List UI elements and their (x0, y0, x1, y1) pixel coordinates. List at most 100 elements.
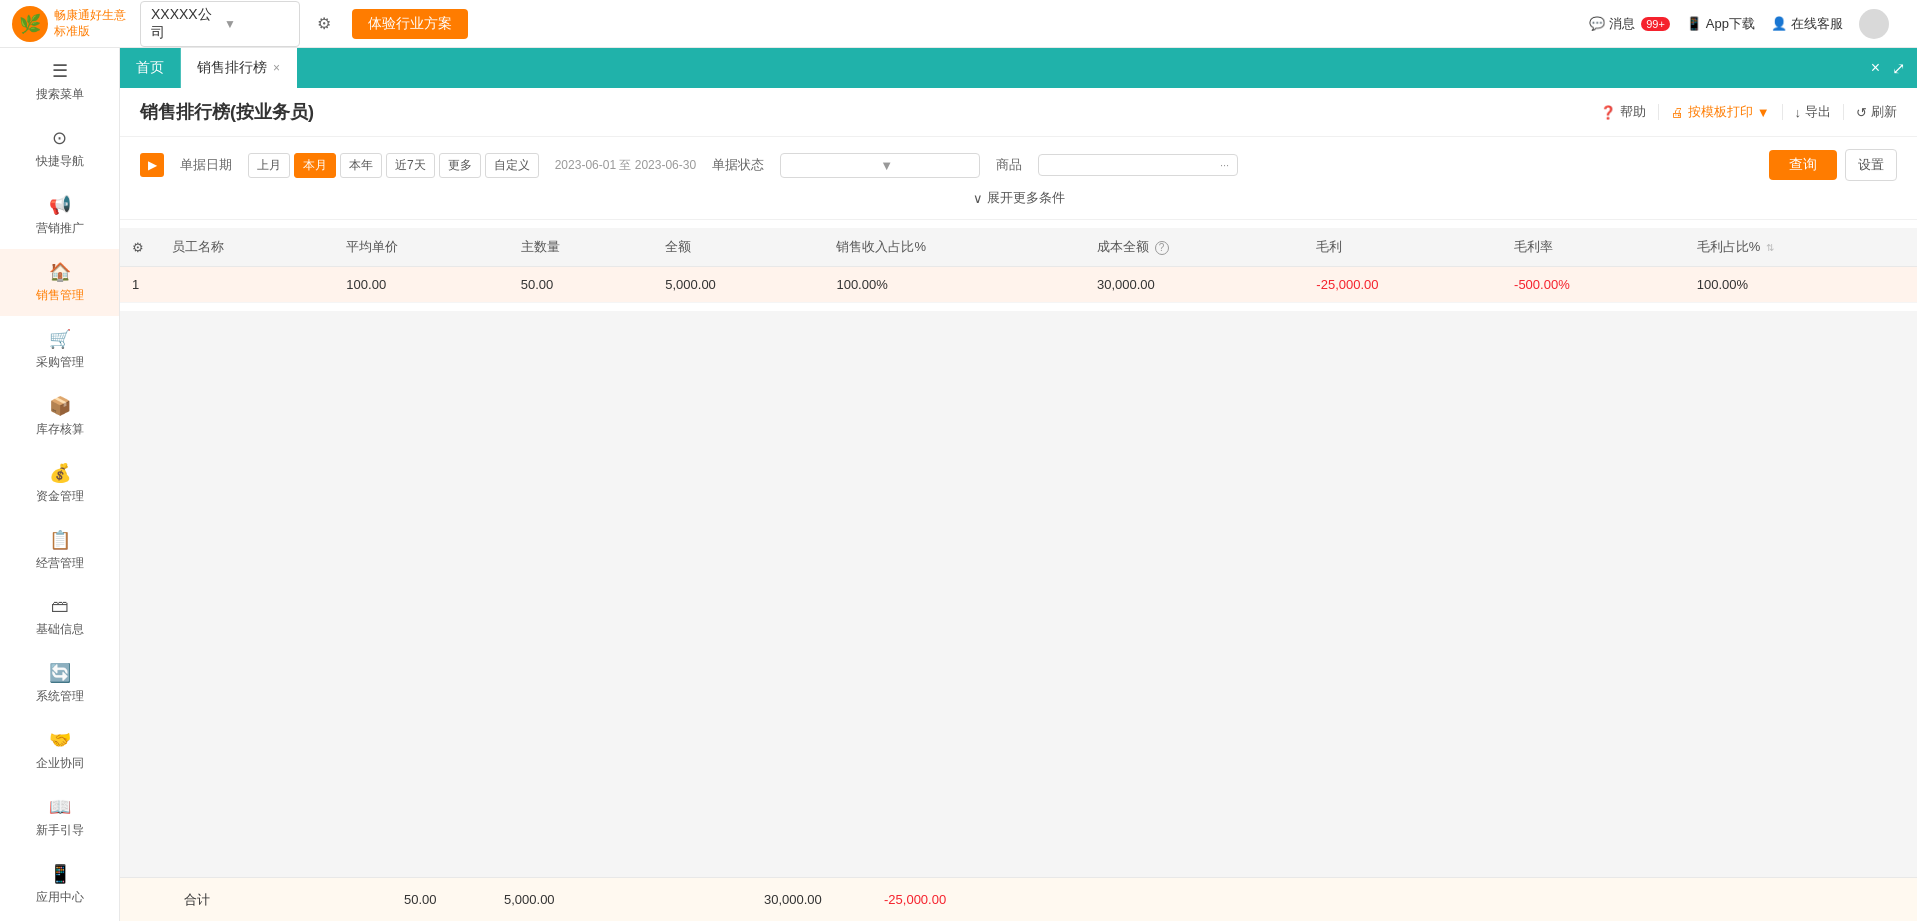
message-icon: 💬 (1589, 16, 1605, 31)
sidebar-item-inventory[interactable]: 📦 库存核算 (0, 383, 119, 450)
sidebar-item-sales[interactable]: 🏠 销售管理 (0, 249, 119, 316)
tab-close-icon[interactable]: × (273, 61, 280, 75)
operations-icon: 📋 (49, 529, 71, 551)
custom-btn[interactable]: 自定义 (485, 153, 539, 178)
sidebar-label-guide: 新手引导 (36, 822, 84, 839)
sidebar-label-finance: 资金管理 (36, 488, 84, 505)
footer-amount-cell: 5,000.00 (492, 892, 612, 907)
help-button[interactable]: ❓ 帮助 (1600, 103, 1646, 121)
online-service-button[interactable]: 👤 在线客服 (1771, 15, 1843, 33)
query-button[interactable]: 查询 (1769, 150, 1837, 180)
tab-sales-rank[interactable]: 销售排行榜 × (181, 48, 297, 88)
divider3 (1843, 104, 1844, 120)
print-button[interactable]: 🖨 按模板打印 ▼ (1671, 103, 1770, 121)
app-center-icon: 📱 (49, 863, 71, 885)
expand-more-btn[interactable]: ∨ 展开更多条件 (973, 189, 1065, 207)
service-label: 在线客服 (1791, 15, 1843, 33)
window-close-icon[interactable]: × (1871, 59, 1880, 77)
more-btn[interactable]: 更多 (439, 153, 481, 178)
base-info-icon: 🗃 (51, 596, 69, 617)
col-qty: 主数量 (509, 228, 654, 267)
sidebar-item-app-center[interactable]: 📱 应用中心 (0, 851, 119, 918)
sidebar-label-operations: 经营管理 (36, 555, 84, 572)
table-row: 1 100.00 50.00 5,000.00 100.00% 30,000.0… (120, 267, 1917, 303)
trial-button[interactable]: 体验行业方案 (352, 9, 468, 39)
sidebar-label-enterprise: 企业协同 (36, 755, 84, 772)
cell-name (160, 267, 334, 303)
table-footer: 合计 50.00 5,000.00 30,000.00 -25,000.00 (120, 877, 1917, 921)
filter-actions: 查询 设置 (1769, 149, 1897, 181)
sidebar-item-search-order[interactable]: ☰ 搜索菜单 (0, 48, 119, 115)
export-button[interactable]: ↓ 导出 (1795, 103, 1832, 121)
sidebar-item-marketing[interactable]: 📢 营销推广 (0, 182, 119, 249)
home-tab-label: 首页 (136, 59, 164, 77)
cell-gross-rate: -500.00% (1502, 267, 1685, 303)
status-arrow: ▼ (880, 158, 971, 173)
guide-icon: 📖 (49, 796, 71, 818)
tab-home[interactable]: 首页 (120, 48, 181, 88)
sidebar-label-inventory: 库存核算 (36, 421, 84, 438)
main-layout: ☰ 搜索菜单 ⊙ 快捷导航 📢 营销推广 🏠 销售管理 🛒 采购管理 📦 库存核… (0, 48, 1917, 921)
table-settings-button[interactable]: 设置 (1845, 149, 1897, 181)
footer-cost-cell: 30,000.00 (752, 892, 872, 907)
sidebar-item-base-info[interactable]: 🗃 基础信息 (0, 584, 119, 650)
logo-icon: 🌿 (12, 6, 48, 42)
inventory-icon: 📦 (49, 395, 71, 417)
this-year-btn[interactable]: 本年 (340, 153, 382, 178)
sidebar-item-finance[interactable]: 💰 资金管理 (0, 450, 119, 517)
cell-gross: -25,000.00 (1304, 267, 1502, 303)
this-month-btn[interactable]: 本月 (294, 153, 336, 178)
print-icon: 🖨 (1671, 105, 1684, 120)
purchase-icon: 🛒 (49, 328, 71, 350)
app-icon: 📱 (1686, 16, 1702, 31)
cell-qty: 50.00 (509, 267, 654, 303)
help-icon: ❓ (1600, 105, 1616, 120)
divider (1658, 104, 1659, 120)
sidebar-item-system[interactable]: 🔄 系统管理 (0, 650, 119, 717)
date-buttons: 上月 本月 本年 近7天 更多 自定义 (248, 153, 539, 178)
col-amount: 全额 (653, 228, 824, 267)
table-header-row: ⚙ 员工名称 平均单价 主数量 全额 销售收入占比% (120, 228, 1917, 267)
settings-icon[interactable]: ⚙ (308, 8, 340, 40)
col-gross-pct: 毛利占比% ⇅ (1685, 228, 1917, 267)
main-card: 销售排行榜(按业务员) ❓ 帮助 🖨 按模板打印 ▼ (120, 88, 1917, 311)
last7days-btn[interactable]: 近7天 (386, 153, 435, 178)
col-settings-icon[interactable]: ⚙ (132, 240, 144, 255)
cost-info-icon[interactable]: ? (1155, 241, 1169, 255)
status-select[interactable]: ▼ (780, 153, 980, 178)
sidebar-item-quick-nav[interactable]: ⊙ 快捷导航 (0, 115, 119, 182)
app-download-button[interactable]: 📱 App下载 (1686, 15, 1755, 33)
col-name: 员工名称 (160, 228, 334, 267)
goods-input[interactable]: ··· (1038, 154, 1238, 176)
cell-amount: 5,000.00 (653, 267, 824, 303)
sidebar-item-purchase[interactable]: 🛒 采购管理 (0, 316, 119, 383)
gross-pct-sort-icon[interactable]: ⇅ (1766, 242, 1774, 253)
cell-cost: 30,000.00 (1085, 267, 1304, 303)
sidebar-item-operations[interactable]: 📋 经营管理 (0, 517, 119, 584)
window-expand-icon[interactable]: ⤢ (1892, 59, 1905, 78)
filter-toggle-icon: ▶ (148, 158, 157, 172)
avatar[interactable] (1859, 9, 1889, 39)
data-table: ⚙ 员工名称 平均单价 主数量 全额 销售收入占比% (120, 228, 1917, 303)
col-gross: 毛利 (1304, 228, 1502, 267)
expand-icon: ∨ (973, 191, 983, 206)
footer-gross-cell: -25,000.00 (872, 892, 992, 907)
refresh-button[interactable]: ↺ 刷新 (1856, 103, 1897, 121)
goods-label: 商品 (996, 156, 1022, 174)
enterprise-icon: 🤝 (49, 729, 71, 751)
sidebar-item-guide[interactable]: 📖 新手引导 (0, 784, 119, 851)
tabs-bar-right: × ⤢ (1859, 48, 1917, 88)
footer-cells: 合计 50.00 5,000.00 30,000.00 -25,000.00 (132, 891, 1905, 909)
filter-toggle-btn[interactable]: ▶ (140, 153, 164, 177)
sidebar-label-purchase: 采购管理 (36, 354, 84, 371)
message-button[interactable]: 💬 消息 99+ (1589, 15, 1670, 33)
prev-month-btn[interactable]: 上月 (248, 153, 290, 178)
service-icon: 👤 (1771, 16, 1787, 31)
print-arrow: ▼ (1757, 105, 1770, 120)
status-label: 单据状态 (712, 156, 764, 174)
company-selector[interactable]: XXXXX公司 ▼ (140, 1, 300, 47)
logo: 🌿 畅康通好生意 标准版 (12, 6, 132, 42)
sidebar-item-enterprise[interactable]: 🤝 企业协同 (0, 717, 119, 784)
page-content: 销售排行榜(按业务员) ❓ 帮助 🖨 按模板打印 ▼ (120, 88, 1917, 921)
sidebar-label-quick-nav: 快捷导航 (36, 153, 84, 170)
